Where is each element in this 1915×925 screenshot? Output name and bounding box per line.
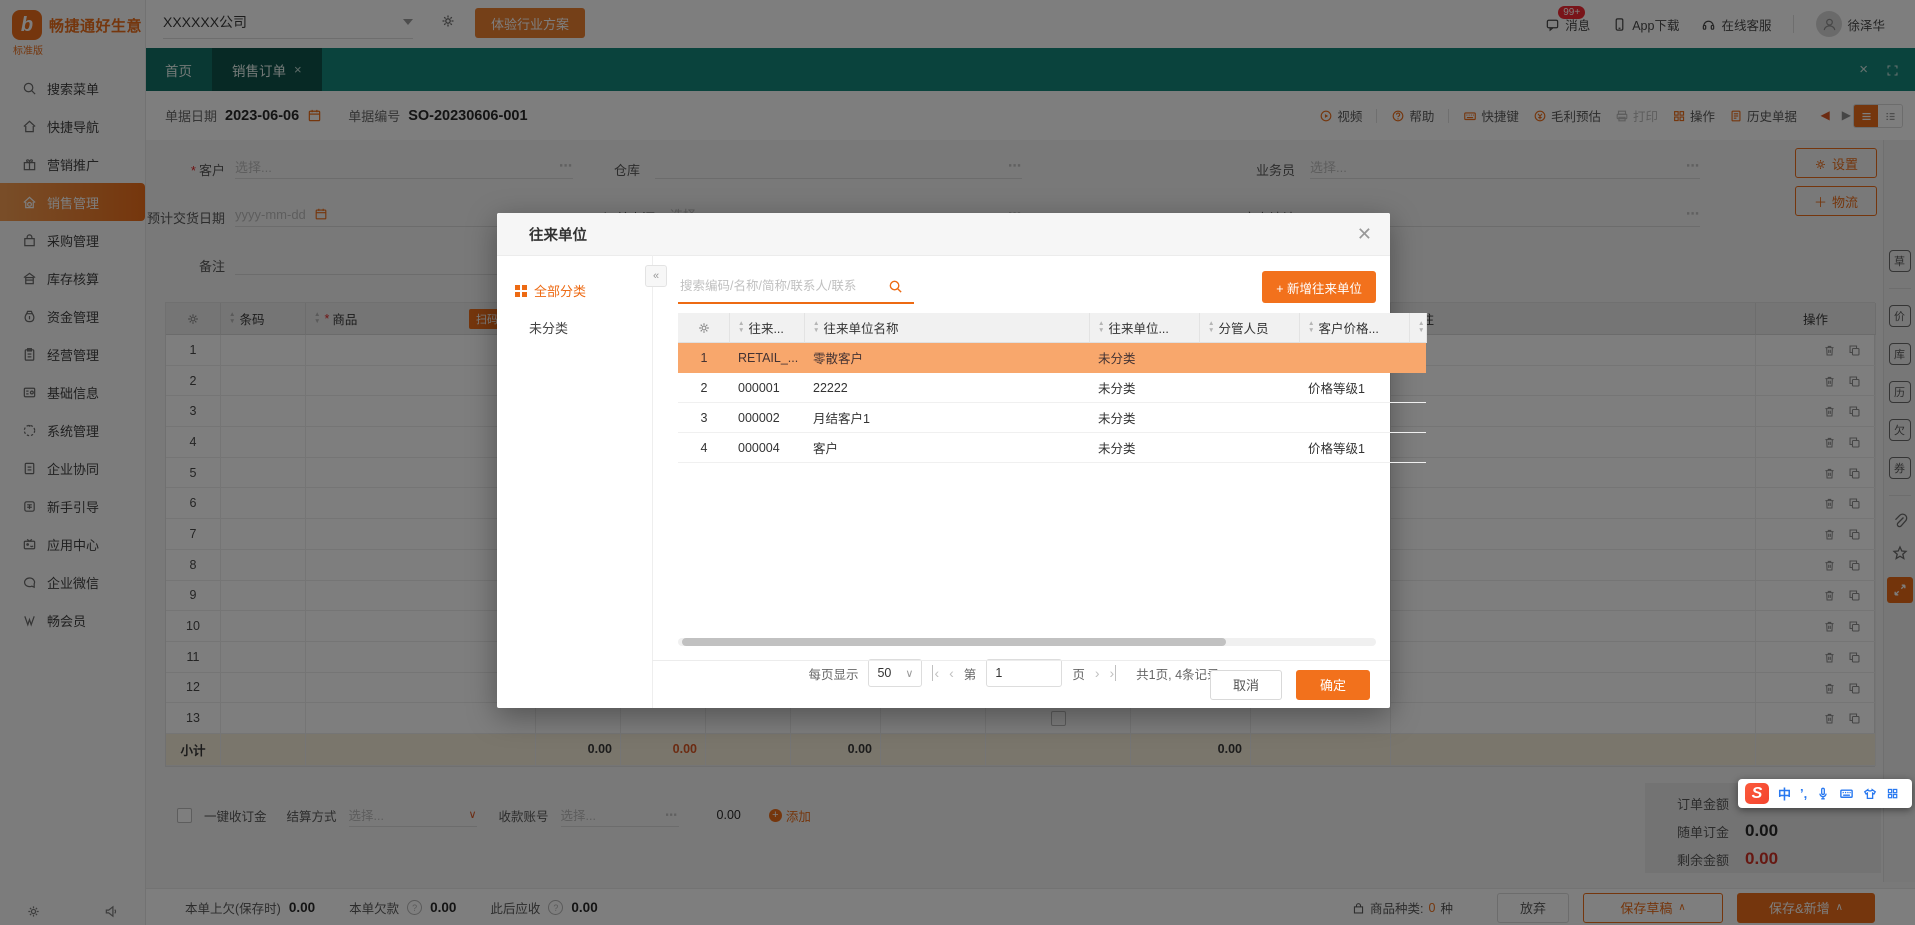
category-uncategorized[interactable]: 未分类 xyxy=(497,300,652,337)
partner-table-header: ▲ ▼ 往来... ▲ ▼ 往来单位名称 ▲ ▼ 往来单位... ▲ ▼ 分管人员 ▲ ▼ 客户价格... ▲… xyxy=(678,313,1427,343)
horizontal-scrollbar xyxy=(678,638,1376,646)
ime-punct-icon[interactable]: ’, xyxy=(1800,786,1807,801)
partner-dialog: 往来单位 ✕ 全部分类 未分类 « + 新增往来单位 ▲▼往来...▲▼往来单位… xyxy=(497,213,1427,708)
partner-col[interactable]: ▲ ▼ 往来... xyxy=(730,313,805,343)
ime-logo-icon[interactable]: S xyxy=(1745,783,1769,804)
ok-button[interactable]: 确定 xyxy=(1296,669,1370,700)
ime-skin-icon[interactable] xyxy=(1863,787,1877,801)
category-panel: 全部分类 未分类 xyxy=(497,255,653,708)
category-grid-icon xyxy=(515,284,527,297)
partner-table: ▲ ▼ 往来... ▲ ▼ 往来单位名称 ▲ ▼ 往来单位... ▲ ▼ 分管人员 ▲ ▼ 客户价格... ▲… xyxy=(678,313,1427,463)
partner-row[interactable]: 2 000001 22222 未分类 价格等级1 xyxy=(678,373,1426,403)
partner-col[interactable]: ▲ ▼ 客户价格... xyxy=(1300,313,1410,343)
scrollbar-thumb[interactable] xyxy=(682,638,1227,646)
partner-search-input[interactable] xyxy=(678,270,914,304)
ime-mic-icon[interactable] xyxy=(1816,787,1830,801)
app-root: b 畅捷通好生意 标准版 搜索菜单快捷导航营销推广销售管理采购管理库存核算资金管… xyxy=(0,0,1915,925)
add-partner-button[interactable]: + 新增往来单位 xyxy=(1262,271,1376,303)
dialog-body: + 新增往来单位 ▲▼往来...▲▼往来单位名称▲▼往来单位...▲▼分管人员▲… xyxy=(652,255,1427,708)
partner-col[interactable]: ▲▼商 xyxy=(1410,313,1427,343)
partner-col[interactable]: ▲ ▼ 往来单位... xyxy=(1090,313,1200,343)
ime-lang-icon[interactable]: 中 xyxy=(1778,784,1791,803)
ime-keyboard-icon[interactable] xyxy=(1839,786,1854,801)
collapse-panel-icon[interactable]: « xyxy=(645,265,667,287)
ime-toolbar: S 中 ’, xyxy=(1738,779,1912,808)
category-all[interactable]: 全部分类 xyxy=(497,255,652,300)
dialog-close-icon[interactable]: ✕ xyxy=(1357,225,1372,243)
cancel-button[interactable]: 取消 xyxy=(1210,669,1282,700)
partner-row[interactable]: 3 000002 月结客户1 未分类 xyxy=(678,403,1426,433)
partner-col[interactable]: ▲ ▼ 往来单位名称 xyxy=(805,313,1090,343)
partner-row[interactable]: 4 000004 客户 未分类 价格等级1 xyxy=(678,433,1426,463)
dialog-title: 往来单位 xyxy=(529,227,587,244)
partner-col[interactable]: ▲ ▼ 分管人员 xyxy=(1200,313,1300,343)
search-icon[interactable] xyxy=(888,278,903,294)
ime-toolbox-icon[interactable] xyxy=(1886,787,1899,800)
table-settings-icon[interactable] xyxy=(678,313,730,343)
partner-row[interactable]: 1 RETAIL_... 零散客户 未分类 xyxy=(678,343,1426,373)
